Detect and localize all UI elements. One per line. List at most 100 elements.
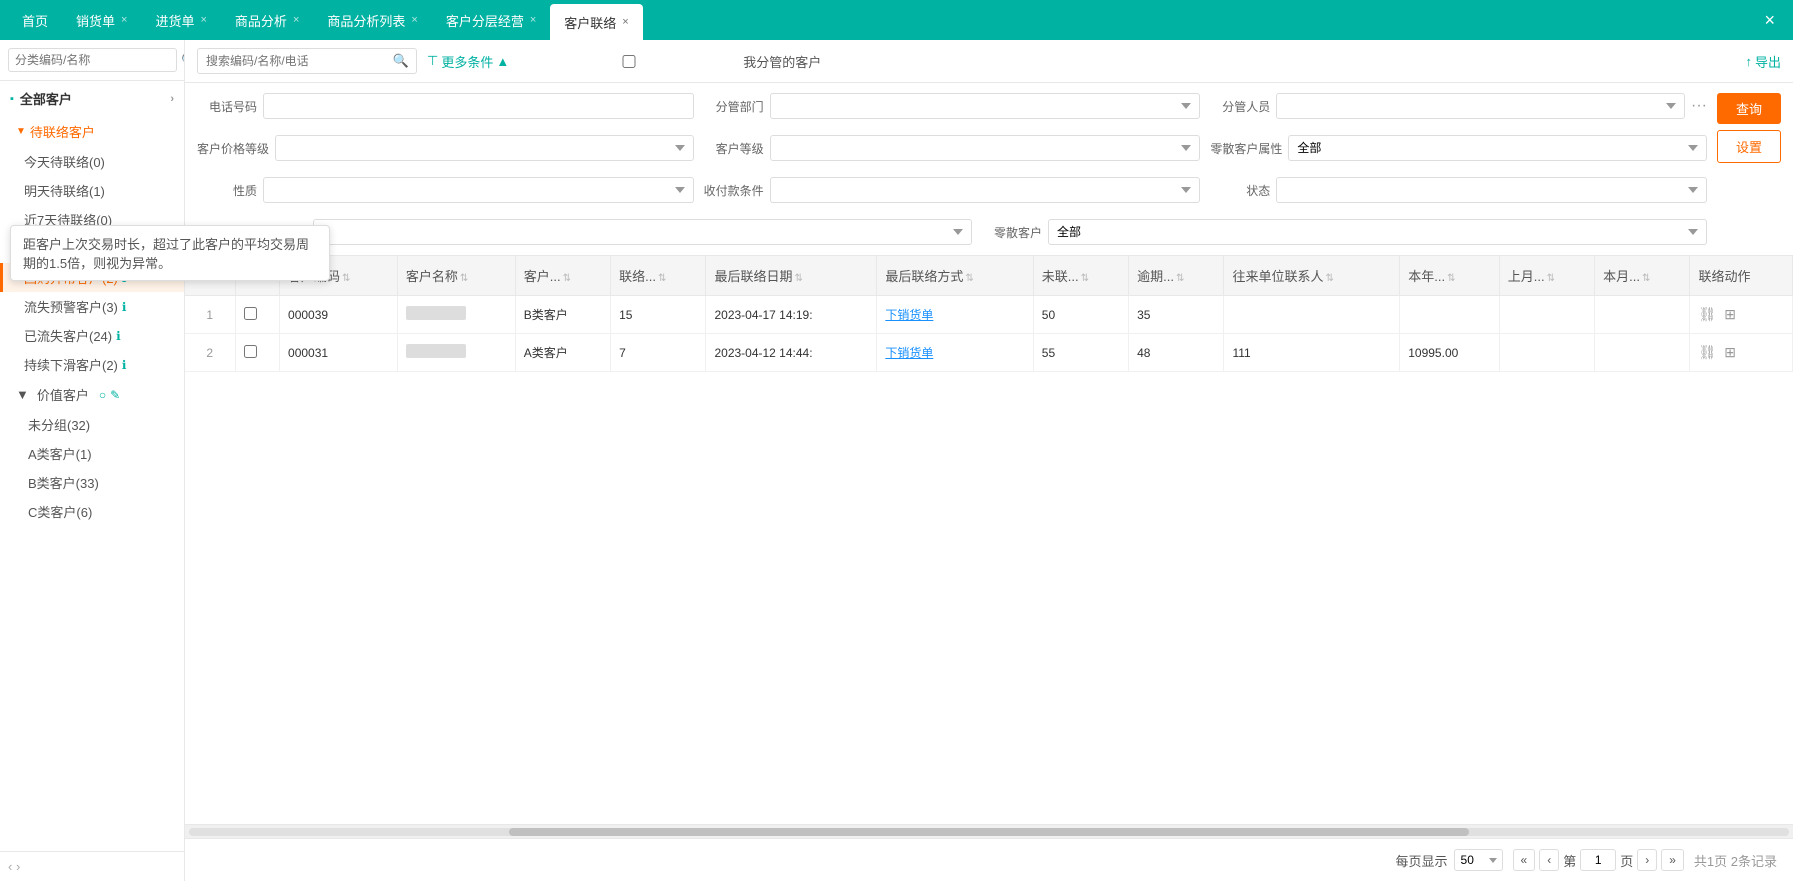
sidebar-item-declining[interactable]: 持续下滑客户(2) ℹ — [0, 350, 184, 379]
close-icon-customer-tier[interactable]: × — [530, 14, 536, 26]
table-th-last-method: 最后联络方式⇅ — [877, 256, 1033, 296]
sort-icon-last-method[interactable]: ⇅ — [965, 273, 973, 284]
filter-select-customer-type[interactable] — [313, 219, 972, 245]
close-icon-customer-contact[interactable]: × — [622, 16, 628, 28]
sort-icon-overdue[interactable]: ⇅ — [1176, 273, 1184, 284]
nav-label-purchase: 进货单 — [155, 11, 194, 30]
nav-item-sales[interactable]: 销货单 × — [62, 0, 141, 40]
sidebar-item-b-class[interactable]: B类客户(33) — [0, 468, 184, 497]
col-label-last-date: 最后联络日期 — [714, 269, 792, 284]
nav-item-analysis[interactable]: 商品分析 × — [221, 0, 313, 40]
filter-select-payment[interactable] — [770, 177, 1201, 203]
tri-icon-pending: ▼ — [16, 126, 26, 137]
all-customers-header[interactable]: ▪ 全部客户 › — [0, 81, 184, 116]
sort-icon-contact-count[interactable]: ⇅ — [658, 273, 666, 284]
prev-page-btn[interactable]: ‹ — [1539, 849, 1559, 871]
row2-checkbox[interactable] — [244, 345, 257, 358]
row2-last-method[interactable]: 下销货单 — [877, 334, 1033, 372]
my-customers-checkbox-label[interactable]: 我分管的客户 — [519, 52, 821, 71]
close-icon-purchase[interactable]: × — [200, 14, 206, 26]
my-customers-checkbox[interactable] — [519, 55, 739, 68]
sort-icon-type[interactable]: ⇅ — [563, 273, 571, 284]
sidebar-item-a-class[interactable]: A类客户(1) — [0, 439, 184, 468]
settings-button[interactable]: 设置 — [1717, 130, 1781, 163]
scroll-thumb[interactable] — [509, 828, 1469, 836]
sort-icon-code[interactable]: ⇅ — [342, 273, 350, 284]
row2-action-grid-icon[interactable]: ⊞ — [1724, 344, 1736, 361]
row1-action-link-icon[interactable]: ⛓ — [1698, 306, 1716, 323]
sidebar-search-input[interactable] — [8, 48, 177, 72]
filter-select-scatter[interactable]: 全部 — [1048, 219, 1707, 245]
filter-select-price-level[interactable] — [275, 135, 694, 161]
filter-search-input[interactable] — [197, 48, 417, 74]
sidebar-item-c-class[interactable]: C类客户(6) — [0, 497, 184, 526]
sort-icon-last-month[interactable]: ⇅ — [1547, 273, 1555, 284]
query-button[interactable]: 查询 — [1717, 93, 1781, 124]
sort-icon-name[interactable]: ⇅ — [460, 273, 468, 284]
sort-icon-this-month[interactable]: ⇅ — [1642, 273, 1650, 284]
row1-last-method[interactable]: 下销货单 — [877, 296, 1033, 334]
filter-dots-person[interactable]: ··· — [1691, 97, 1707, 115]
sidebar-content: ▪ 全部客户 › ▼ 待联络客户 今天待联络(0) 明天待联络(1) 近7天待联… — [0, 81, 184, 851]
filter-label-nature: 性质 — [197, 182, 257, 199]
filter-select-status[interactable] — [1276, 177, 1707, 203]
row1-checkbox-td[interactable] — [235, 296, 280, 334]
sidebar-bottom-arrow[interactable]: ‹ › — [8, 859, 20, 874]
sort-icon-contact-person[interactable]: ⇅ — [1325, 273, 1333, 284]
pagination: « ‹ 第 页 › » — [1513, 849, 1684, 871]
sidebar-item-today[interactable]: 今天待联络(0) — [0, 147, 184, 176]
filter-input-phone[interactable] — [263, 93, 694, 119]
close-icon-sales[interactable]: × — [121, 14, 127, 26]
row1-checkbox[interactable] — [244, 307, 257, 320]
row1-action-grid-icon[interactable]: ⊞ — [1724, 306, 1736, 323]
row2-checkbox-td[interactable] — [235, 334, 280, 372]
close-icon-analysis[interactable]: × — [293, 14, 299, 26]
filter-search-icon[interactable]: 🔍 — [393, 53, 409, 69]
table-scrollbar[interactable] — [185, 824, 1793, 838]
sort-icon-this-year[interactable]: ⇅ — [1447, 273, 1455, 284]
nav-item-purchase[interactable]: 进货单 × — [141, 0, 220, 40]
main-layout: 🔍 ▪ 全部客户 › ▼ 待联络客户 今天待联络(0) 明天待联络(1) 近7天… — [0, 40, 1793, 881]
filter-more-btn[interactable]: ⊤ 更多条件 ▲ — [427, 52, 509, 71]
nav-close-all-btn[interactable]: × — [1754, 10, 1785, 31]
scroll-track[interactable] — [189, 828, 1789, 836]
filter-select-customer-level[interactable] — [770, 135, 1201, 161]
row2-contact-count: 7 — [611, 334, 706, 372]
page-input[interactable] — [1580, 849, 1616, 871]
sort-icon-no-contact[interactable]: ⇅ — [1081, 273, 1089, 284]
row2-this-month — [1595, 334, 1690, 372]
next-page-btn[interactable]: › — [1637, 849, 1657, 871]
filter-select-dept[interactable] — [770, 93, 1201, 119]
filter-field-person: 分管人员 ··· — [1210, 93, 1707, 119]
filter-select-person[interactable] — [1276, 93, 1685, 119]
filter-actions: 查询 设置 — [1717, 93, 1781, 245]
sidebar-bottom: ‹ › — [0, 851, 184, 881]
sidebar-item-churn-warning[interactable]: 流失预警客户(3) ℹ — [0, 292, 184, 321]
filter-row-4: ··· 客户类型 零散客户 全部 — [197, 219, 1707, 245]
last-page-btn[interactable]: » — [1661, 849, 1684, 871]
sidebar-group-pending[interactable]: ▼ 待联络客户 — [0, 116, 184, 147]
edit-icon[interactable]: ○ — [99, 388, 106, 402]
sort-icon-last-date[interactable]: ⇅ — [794, 273, 802, 284]
sidebar-item-churned[interactable]: 已流失客户(24) ℹ — [0, 321, 184, 350]
export-btn[interactable]: ↑ 导出 — [1745, 52, 1781, 71]
filter-label-scatter-attr: 零散客户属性 — [1210, 140, 1282, 157]
nav-item-customer-contact[interactable]: 客户联络 × — [550, 4, 642, 40]
table-th-no-contact: 未联...⇅ — [1033, 256, 1128, 296]
edit-pencil-icon[interactable]: ✎ — [110, 388, 120, 402]
row2-action-link-icon[interactable]: ⛓ — [1698, 344, 1716, 361]
sidebar-item-ungroup[interactable]: 未分组(32) — [0, 410, 184, 439]
nav-item-home[interactable]: 首页 — [8, 0, 62, 40]
filter-select-scatter-attr[interactable]: 全部 — [1288, 135, 1707, 161]
close-icon-analysis-list[interactable]: × — [411, 14, 417, 26]
per-page-select[interactable]: 10 20 50 100 — [1454, 849, 1503, 871]
row2-index: 2 — [185, 334, 235, 372]
nav-item-analysis-list[interactable]: 商品分析列表 × — [313, 0, 431, 40]
sidebar-item-tomorrow[interactable]: 明天待联络(1) — [0, 176, 184, 205]
filter-select-nature[interactable] — [263, 177, 694, 203]
nav-item-customer-tier[interactable]: 客户分层经营 × — [432, 0, 550, 40]
first-page-btn[interactable]: « — [1513, 849, 1536, 871]
sidebar-value-header[interactable]: ▼ 价值客户 ○ ✎ — [0, 379, 184, 410]
all-customers-label: 全部客户 — [20, 89, 164, 108]
info-icon-3: ℹ — [116, 329, 121, 343]
